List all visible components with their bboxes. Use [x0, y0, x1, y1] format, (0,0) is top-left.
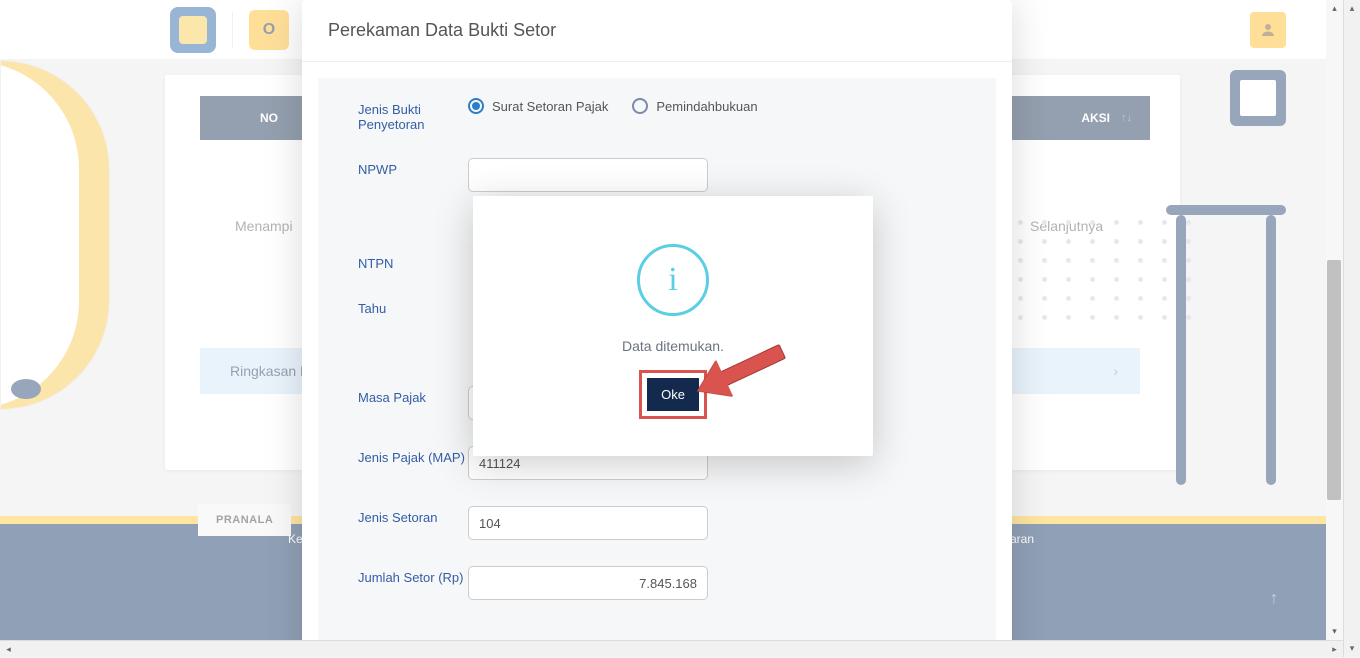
- label-jumlah: Jumlah Setor (Rp): [328, 566, 468, 585]
- label-npwp: NPWP: [328, 158, 468, 177]
- label-jenis-setoran: Jenis Setoran: [328, 506, 468, 525]
- label-masa: Masa Pajak: [328, 386, 468, 405]
- modal-info-message: Data ditemukan.: [622, 338, 724, 354]
- radio-icon-checked: [468, 98, 484, 114]
- scroll-left-icon[interactable]: ◂: [0, 641, 17, 658]
- label-tahun: Tahu: [328, 297, 468, 316]
- radio-label-1: Surat Setoran Pajak: [492, 99, 608, 114]
- row-jenis-bukti: Jenis Bukti Penyetoran Surat Setoran Paj…: [328, 98, 986, 132]
- modal-title: Perekaman Data Bukti Setor: [302, 0, 1012, 62]
- label-jenis-bukti: Jenis Bukti Penyetoran: [328, 98, 468, 132]
- inner-vertical-scrollbar[interactable]: ▴ ▾: [1326, 0, 1343, 640]
- radio-label-2: Pemindahbukuan: [656, 99, 757, 114]
- radio-icon-unchecked: [632, 98, 648, 114]
- scroll-up-icon[interactable]: ▴: [1344, 0, 1360, 17]
- row-jumlah: Jumlah Setor (Rp): [328, 566, 986, 600]
- outer-vertical-scrollbar[interactable]: ▴ ▾: [1343, 0, 1360, 657]
- input-jumlah[interactable]: [468, 566, 708, 600]
- label-jenis-pajak: Jenis Pajak (MAP): [328, 446, 468, 465]
- oke-button[interactable]: Oke: [647, 378, 699, 411]
- row-jenis-setoran: Jenis Setoran: [328, 506, 986, 540]
- radio-pemindahbukuan[interactable]: Pemindahbukuan: [632, 98, 757, 114]
- scroll-up-icon[interactable]: ▴: [1326, 0, 1343, 17]
- scroll-down-icon[interactable]: ▾: [1344, 640, 1360, 657]
- scroll-right-icon[interactable]: ▸: [1326, 641, 1343, 658]
- horizontal-scrollbar[interactable]: ◂ ▸: [0, 640, 1343, 657]
- row-npwp: NPWP: [328, 158, 986, 192]
- scroll-down-icon[interactable]: ▾: [1326, 623, 1343, 640]
- modal-info: i Data ditemukan. Oke: [473, 196, 873, 456]
- input-jenis-setoran[interactable]: [468, 506, 708, 540]
- radio-surat-setoran[interactable]: Surat Setoran Pajak: [468, 98, 608, 114]
- label-ntpn: NTPN: [328, 252, 468, 271]
- scrollbar-thumb[interactable]: [1327, 260, 1341, 500]
- input-npwp[interactable]: [468, 158, 708, 192]
- info-icon: i: [637, 244, 709, 316]
